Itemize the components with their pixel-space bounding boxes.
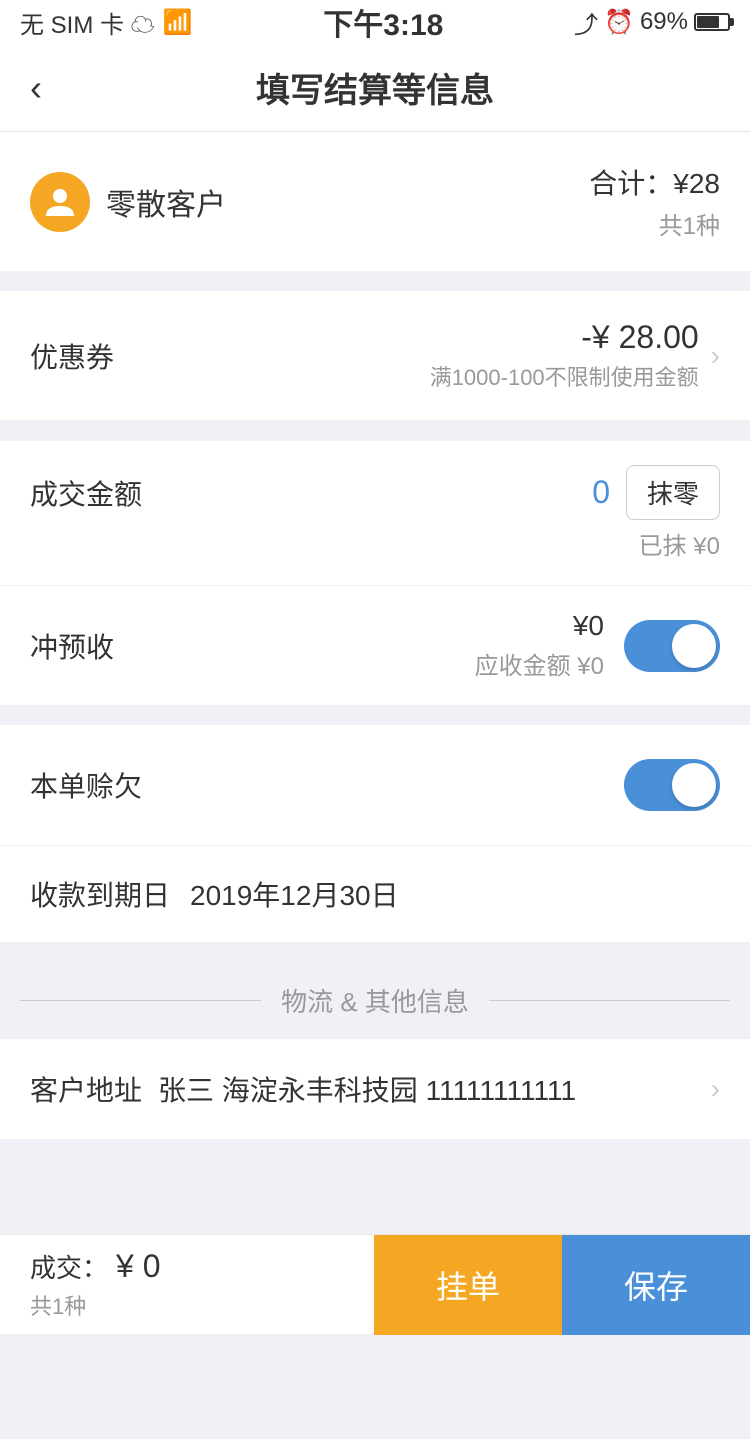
customer-total: 合计：¥28 bbox=[589, 162, 720, 202]
customer-count: 共1种 bbox=[589, 206, 720, 241]
transaction-row: 成交金额 0 抹零 已抹 ¥0 bbox=[0, 441, 750, 586]
customer-row: 零散客户 合计：¥28 共1种 bbox=[30, 162, 720, 241]
coupon-row[interactable]: 优惠券 -¥ 28.00 满1000-100不限制使用金额 › bbox=[0, 291, 750, 421]
save-button[interactable]: 保存 bbox=[562, 1235, 750, 1335]
page-title: 填写结算等信息 bbox=[256, 63, 494, 112]
status-left: 无 SIM 卡 ☁ 📶 bbox=[20, 5, 193, 40]
address-row[interactable]: 客户地址 张三 海淀永丰科技园 11111111111 › bbox=[0, 1039, 750, 1139]
debt-label: 本单赊欠 bbox=[30, 765, 142, 805]
bottom-transaction: 成交： ¥ 0 bbox=[30, 1248, 344, 1285]
bottom-count: 共1种 bbox=[30, 1289, 344, 1321]
customer-summary: 合计：¥28 共1种 bbox=[589, 162, 720, 241]
address-chevron-icon: › bbox=[711, 1073, 720, 1105]
hold-button[interactable]: 挂单 bbox=[374, 1235, 562, 1335]
customer-avatar bbox=[30, 172, 90, 232]
transaction-sub: 已抹 ¥0 bbox=[30, 526, 720, 561]
coupon-chevron-icon: › bbox=[711, 340, 720, 372]
logistics-text: 物流 & 其他信息 bbox=[281, 982, 469, 1019]
wifi-icon: 📶 bbox=[163, 8, 193, 37]
location-icon: ⤴ bbox=[574, 5, 598, 40]
toggle-knob bbox=[672, 624, 716, 668]
prereceive-label: 冲预收 bbox=[30, 626, 114, 666]
divider-1 bbox=[0, 271, 750, 291]
transaction-right-top: 0 抹零 bbox=[592, 465, 720, 520]
debt-toggle[interactable] bbox=[624, 759, 720, 811]
bottom-transaction-label: 成交： bbox=[30, 1248, 108, 1285]
transaction-top: 成交金额 0 抹零 bbox=[30, 465, 720, 520]
address-value: 张三 海淀永丰科技园 11111111111 bbox=[158, 1069, 695, 1109]
duedate-value: 2019年12月30日 bbox=[190, 874, 399, 914]
logistics-line-right bbox=[489, 1000, 730, 1001]
divider-3 bbox=[0, 705, 750, 725]
customer-section: 零散客户 合计：¥28 共1种 bbox=[0, 132, 750, 271]
duedate-row: 收款到期日 2019年12月30日 bbox=[0, 845, 750, 942]
person-icon bbox=[42, 184, 78, 220]
divider-2 bbox=[0, 421, 750, 441]
bottom-bar: 成交： ¥ 0 共1种 挂单 保存 bbox=[0, 1234, 750, 1334]
alarm-icon: ⏰ bbox=[604, 8, 634, 37]
transaction-value: 0 bbox=[592, 474, 610, 511]
coupon-right: -¥ 28.00 满1000-100不限制使用金额 › bbox=[430, 319, 720, 392]
prereceive-amounts: ¥0 应收金额 ¥0 bbox=[475, 610, 604, 681]
status-bar: 无 SIM 卡 ☁ 📶 下午3:18 ⤴ ⏰ 69% bbox=[0, 0, 750, 44]
divider-4 bbox=[0, 942, 750, 962]
round-button[interactable]: 抹零 bbox=[626, 465, 720, 520]
debt-row: 本单赊欠 bbox=[0, 725, 750, 845]
status-right: ⤴ ⏰ 69% bbox=[574, 5, 730, 40]
coupon-label: 优惠券 bbox=[30, 336, 114, 376]
sim-label: 无 SIM 卡 ☁ bbox=[20, 5, 155, 40]
back-button[interactable]: ‹ bbox=[30, 67, 42, 109]
address-label: 客户地址 bbox=[30, 1069, 142, 1109]
transaction-label: 成交金额 bbox=[30, 473, 142, 513]
battery-icon bbox=[694, 13, 730, 31]
debt-toggle-knob bbox=[672, 763, 716, 807]
coupon-desc: 满1000-100不限制使用金额 bbox=[430, 360, 699, 392]
coupon-amount: -¥ 28.00 bbox=[430, 319, 699, 356]
duedate-label: 收款到期日 bbox=[30, 874, 170, 914]
bottom-left: 成交： ¥ 0 共1种 bbox=[0, 1248, 374, 1321]
prereceive-main-amount: ¥0 bbox=[475, 610, 604, 642]
customer-left: 零散客户 bbox=[30, 172, 226, 232]
bottom-transaction-value: ¥ 0 bbox=[116, 1248, 160, 1285]
battery-percent: 69% bbox=[640, 8, 688, 36]
logistics-line-left bbox=[20, 1000, 261, 1001]
coupon-value-block: -¥ 28.00 满1000-100不限制使用金额 bbox=[430, 319, 699, 392]
prereceive-sub-amount: 应收金额 ¥0 bbox=[475, 646, 604, 681]
customer-name: 零散客户 bbox=[106, 180, 226, 224]
prereceive-toggle[interactable] bbox=[624, 620, 720, 672]
logistics-divider: 物流 & 其他信息 bbox=[0, 962, 750, 1039]
status-time: 下午3:18 bbox=[323, 0, 443, 44]
prereceive-right: ¥0 应收金额 ¥0 bbox=[475, 610, 720, 681]
prereceive-row: 冲预收 ¥0 应收金额 ¥0 bbox=[0, 586, 750, 705]
nav-bar: ‹ 填写结算等信息 bbox=[0, 44, 750, 132]
